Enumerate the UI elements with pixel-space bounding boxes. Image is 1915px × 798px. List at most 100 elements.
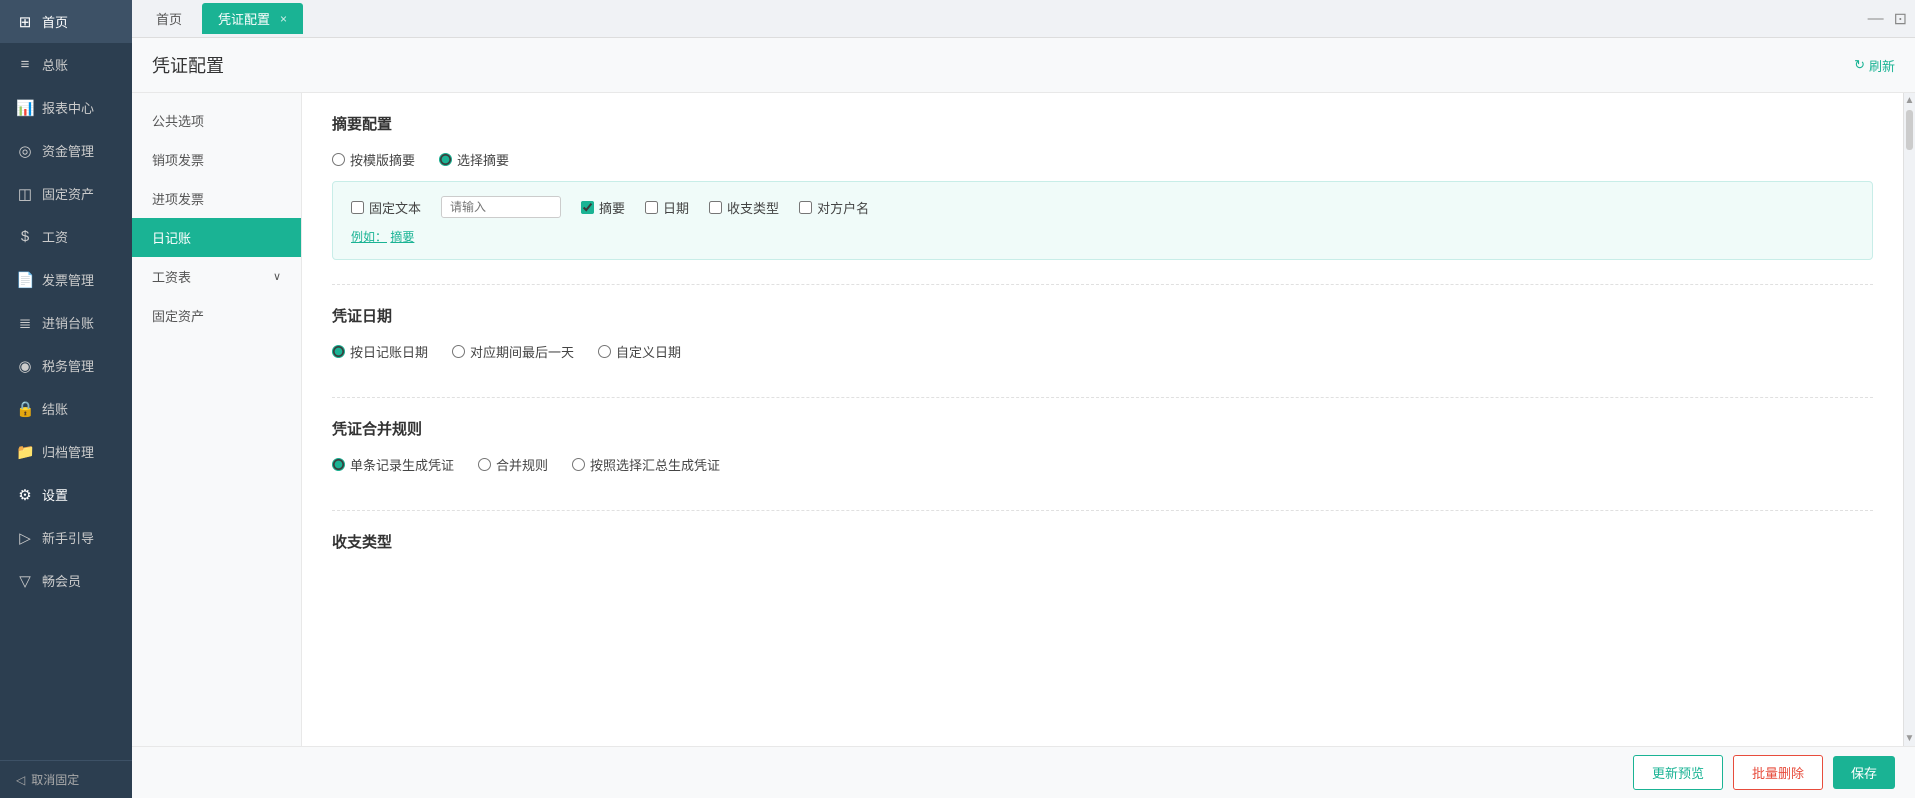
bottom-bar: 更新预览 批量删除 保存 (132, 746, 1915, 798)
save-button[interactable]: 保存 (1833, 756, 1895, 789)
sidebar-item-funds[interactable]: ◎ 资金管理 (0, 129, 132, 172)
date-checkbox[interactable]: 日期 (645, 198, 689, 217)
summary-options-row: 固定文本 摘要 日期 (351, 196, 1854, 218)
single-record-input[interactable] (332, 458, 345, 471)
chevron-down-icon: ∨ (273, 270, 281, 283)
invoice-mgmt-icon: 📄 (16, 271, 34, 289)
sales-ledger-icon: ≣ (16, 314, 34, 332)
sidebar-item-invoice-mgmt[interactable]: 📄 发票管理 (0, 258, 132, 301)
scroll-down-arrow[interactable]: ▼ (1904, 731, 1915, 746)
tab-voucher-config[interactable]: 凭证配置 × (202, 3, 303, 34)
nav-item-payroll-table[interactable]: 工资表 ∨ (132, 257, 301, 296)
counterparty-checkbox[interactable]: 对方户名 (799, 198, 869, 217)
sidebar-item-payroll[interactable]: $ 工资 (0, 215, 132, 258)
member-icon: ▽ (16, 572, 34, 590)
closing-icon: 🔒 (16, 400, 34, 418)
summary-options-box: 固定文本 摘要 日期 (332, 181, 1873, 260)
by-selection-total-input[interactable] (572, 458, 585, 471)
minimize-button[interactable]: — (1868, 10, 1884, 28)
tab-bar: 首页 凭证配置 × — ⊡ (132, 0, 1915, 38)
counterparty-input[interactable] (799, 201, 812, 214)
voucher-date-section: 凭证日期 按日记账日期 对应期间最后一天 自定义日期 (332, 305, 1873, 398)
merge-rules-title: 凭证合并规则 (332, 418, 1873, 439)
guide-icon: ▷ (16, 529, 34, 547)
tab-home[interactable]: 首页 (140, 3, 198, 34)
payroll-icon: $ (16, 228, 34, 245)
by-journal-date-input[interactable] (332, 345, 345, 358)
summary-section: 摘要配置 按模版摘要 选择摘要 (332, 113, 1873, 285)
sidebar-item-sales-ledger[interactable]: ≣ 进销台账 (0, 301, 132, 344)
archive-icon: 📁 (16, 443, 34, 461)
sidebar-item-archive[interactable]: 📁 归档管理 (0, 430, 132, 473)
income-expense-type-checkbox[interactable]: 收支类型 (709, 198, 779, 217)
refresh-icon: ↻ (1854, 57, 1865, 73)
scroll-thumb[interactable] (1906, 110, 1913, 150)
nav-item-public-options[interactable]: 公共选项 (132, 101, 301, 140)
merge-rules-group: 单条记录生成凭证 合并规则 按照选择汇总生成凭证 (332, 455, 1873, 474)
summary-input[interactable] (581, 201, 594, 214)
scroll-up-arrow[interactable]: ▲ (1904, 93, 1915, 108)
sidebar-item-settings[interactable]: ⚙ 设置 (0, 473, 132, 516)
refresh-button[interactable]: ↻ 刷新 (1854, 56, 1895, 75)
by-selection-total-radio[interactable]: 按照选择汇总生成凭证 (572, 455, 720, 474)
nav-item-sales-invoice[interactable]: 销项发票 (132, 140, 301, 179)
maximize-button[interactable]: ⊡ (1894, 9, 1907, 29)
summary-section-title: 摘要配置 (332, 113, 1873, 134)
window-controls: — ⊡ (1868, 9, 1907, 29)
fixed-assets-icon: ◫ (16, 185, 34, 203)
fixed-text-field[interactable] (441, 196, 561, 218)
merge-rules-radio[interactable]: 合并规则 (478, 455, 548, 474)
by-journal-date-radio[interactable]: 按日记账日期 (332, 342, 428, 361)
outer-scrollbar[interactable]: ▲ ▼ (1903, 93, 1915, 746)
home-icon: ⊞ (16, 13, 34, 31)
ledger-icon: ≡ (16, 56, 34, 73)
collection-type-section: 收支类型 (332, 531, 1873, 592)
sidebar-item-closing[interactable]: 🔒 结账 (0, 387, 132, 430)
summary-checkbox[interactable]: 摘要 (581, 198, 625, 217)
update-preview-button[interactable]: 更新预览 (1633, 755, 1723, 790)
fixed-text-input[interactable] (351, 201, 364, 214)
funds-icon: ◎ (16, 142, 34, 160)
single-record-radio[interactable]: 单条记录生成凭证 (332, 455, 454, 474)
date-input[interactable] (645, 201, 658, 214)
unpin-sidebar[interactable]: ◁ 取消固定 (0, 760, 132, 798)
sidebar: ⊞ 首页 ≡ 总账 📊 报表中心 ◎ 资金管理 ◫ 固定资产 $ 工资 📄 发票… (0, 0, 132, 798)
pin-icon: ◁ (16, 773, 25, 787)
merge-rules-section: 凭证合并规则 单条记录生成凭证 合并规则 按照选择汇总生成凭证 (332, 418, 1873, 511)
sidebar-item-home[interactable]: ⊞ 首页 (0, 0, 132, 43)
last-day-period-input[interactable] (452, 345, 465, 358)
main-area: 首页 凭证配置 × — ⊡ 凭证配置 ↻ 刷新 公共选项 (132, 0, 1915, 798)
sidebar-item-member[interactable]: ▽ 畅会员 (0, 559, 132, 602)
select-mode-radio[interactable]: 选择摘要 (439, 150, 509, 169)
left-nav: 公共选项 销项发票 进项发票 日记账 工资表 ∨ 固定资产 (132, 93, 302, 746)
content-wrapper: 凭证配置 ↻ 刷新 公共选项 销项发票 进项发票 日记账 (132, 38, 1915, 798)
page-title: 凭证配置 (152, 52, 224, 78)
fixed-text-checkbox[interactable]: 固定文本 (351, 198, 421, 217)
nav-item-purchase-invoice[interactable]: 进项发票 (132, 179, 301, 218)
merge-rules-input[interactable] (478, 458, 491, 471)
income-expense-type-input[interactable] (709, 201, 722, 214)
select-mode-input[interactable] (439, 153, 452, 166)
right-content: 摘要配置 按模版摘要 选择摘要 (302, 93, 1903, 746)
collection-type-title: 收支类型 (332, 531, 1873, 552)
tax-mgmt-icon: ◉ (16, 357, 34, 375)
sidebar-item-guide[interactable]: ▷ 新手引导 (0, 516, 132, 559)
template-mode-radio[interactable]: 按模版摘要 (332, 150, 415, 169)
inner-layout: 公共选项 销项发票 进项发票 日记账 工资表 ∨ 固定资产 (132, 93, 1915, 746)
template-mode-input[interactable] (332, 153, 345, 166)
sidebar-item-reports[interactable]: 📊 报表中心 (0, 86, 132, 129)
batch-delete-button[interactable]: 批量删除 (1733, 755, 1823, 790)
settings-icon: ⚙ (16, 486, 34, 504)
last-day-period-radio[interactable]: 对应期间最后一天 (452, 342, 574, 361)
sidebar-item-ledger[interactable]: ≡ 总账 (0, 43, 132, 86)
voucher-date-group: 按日记账日期 对应期间最后一天 自定义日期 (332, 342, 1873, 361)
sidebar-item-fixed-assets[interactable]: ◫ 固定资产 (0, 172, 132, 215)
voucher-date-title: 凭证日期 (332, 305, 1873, 326)
custom-date-input[interactable] (598, 345, 611, 358)
custom-date-radio[interactable]: 自定义日期 (598, 342, 681, 361)
sidebar-item-tax-mgmt[interactable]: ◉ 税务管理 (0, 344, 132, 387)
example-text: 例如： 摘要 (351, 228, 1854, 245)
nav-item-fixed-assets[interactable]: 固定资产 (132, 296, 301, 335)
tab-close-icon[interactable]: × (280, 12, 287, 26)
nav-item-journal[interactable]: 日记账 (132, 218, 301, 257)
